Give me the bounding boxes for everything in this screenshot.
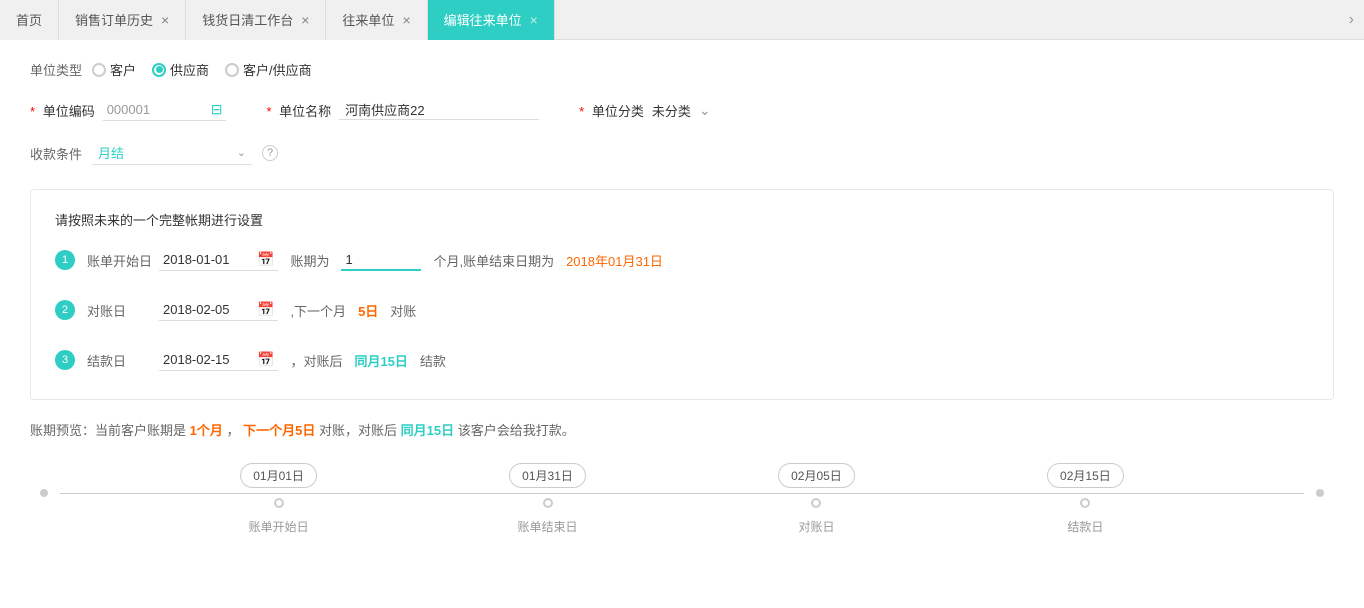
timeline-nodes: 01月01日 账单开始日 01月31日 账单结束日 02月05日 对账日 <box>70 463 1294 535</box>
unit-classify-group: * 单位分类 未分类 ⌄ <box>579 101 812 120</box>
help-icon[interactable]: ? <box>262 145 278 161</box>
unit-name-label: * 单位名称 <box>266 101 331 120</box>
timeline-node-4: 02月15日 结款日 <box>1047 463 1124 535</box>
payment-suffix-1: ，对账后 <box>290 351 342 370</box>
unit-code-input[interactable] <box>107 102 207 117</box>
start-date-calendar-icon[interactable]: 📅 <box>257 251 274 268</box>
node-label-bottom-1: 账单开始日 <box>249 518 309 535</box>
payment-terms-arrow: ⌄ <box>237 146 246 159</box>
main-content: 单位类型 客户 供应商 客户/供应商 * 单位编码 ⊟ <box>0 40 1364 608</box>
tab-partner-units[interactable]: 往来单位 × <box>326 0 427 40</box>
unit-info-row: * 单位编码 ⊟ * 单位名称 * 单位分类 未分类 ⌄ <box>30 99 1334 121</box>
period-value-input[interactable] <box>341 250 421 271</box>
copy-icon[interactable]: ⊟ <box>211 101 223 118</box>
reconcile-suffix-1: ,下一个月 <box>290 301 346 320</box>
payment-suffix-2: 结款 <box>420 351 446 370</box>
period-settings-section: 请按照未来的一个完整帐期进行设置 1 账单开始日 📅 账期为 个月,账单结束日期… <box>30 189 1334 400</box>
period-row-1: 1 账单开始日 📅 账期为 个月,账单结束日期为 2018年01月31日 <box>55 249 1309 271</box>
classify-dropdown-arrow[interactable]: ⌄ <box>699 102 711 119</box>
reconcile-suffix-2: 对账 <box>390 301 416 320</box>
node-dot-2 <box>543 498 553 508</box>
node-dot-1 <box>274 498 284 508</box>
tab-edit-partner-close[interactable]: × <box>530 12 538 28</box>
preview-part3: 同月15日 <box>401 423 454 438</box>
period-row-3: 3 结款日 📅 ，对账后 同月15日 结款 <box>55 349 1309 371</box>
node-label-bottom-3: 对账日 <box>798 518 834 535</box>
start-dot <box>40 489 48 497</box>
tab-cash-work[interactable]: 钱货日清工作台 × <box>186 0 326 40</box>
section-title: 请按照未来的一个完整帐期进行设置 <box>55 210 1309 229</box>
unit-classify-label: * 单位分类 <box>579 101 644 120</box>
node-label-top-1: 01月01日 <box>240 463 317 488</box>
unit-name-input[interactable] <box>339 100 539 120</box>
payment-highlight: 同月15日 <box>354 351 407 370</box>
node-label-top-4: 02月15日 <box>1047 463 1124 488</box>
payment-terms-value: 月结 <box>98 143 233 162</box>
tab-partner-units-close[interactable]: × <box>402 12 410 28</box>
unit-code-group: * 单位编码 ⊟ <box>30 99 226 121</box>
payment-date-input[interactable] <box>163 352 253 367</box>
node-dot-4 <box>1080 498 1090 508</box>
preview-text: 账期预览：当前客户账期是 1个月 ， 下一个月5日 对账，对账后 同月15日 该… <box>30 420 1334 439</box>
tab-scroll-arrow[interactable]: › <box>1339 11 1364 29</box>
node-label-top-3: 02月05日 <box>778 463 855 488</box>
payment-terms-row: 收款条件 月结 ⌄ ? <box>30 141 1334 165</box>
unit-type-row: 单位类型 客户 供应商 客户/供应商 <box>30 60 1334 79</box>
timeline-start <box>40 489 48 497</box>
radio-customer-circle <box>92 63 106 77</box>
payment-terms-label: 收款条件 <box>30 144 82 163</box>
payment-date-calendar-icon[interactable]: 📅 <box>257 351 274 368</box>
radio-both[interactable]: 客户/供应商 <box>225 60 312 79</box>
start-date-input-wrap: 📅 <box>159 249 278 271</box>
unit-classify-select[interactable]: 未分类 ⌄ <box>652 101 812 120</box>
tab-sales-history-close[interactable]: × <box>161 12 169 28</box>
period-unit-text: 个月,账单结束日期为 <box>433 251 554 270</box>
timeline-node-3: 02月05日 对账日 <box>778 463 855 535</box>
radio-both-circle <box>225 63 239 77</box>
timeline-node-2: 01月31日 账单结束日 <box>509 463 586 535</box>
row-number-3: 3 <box>55 350 75 370</box>
payment-date-input-wrap: 📅 <box>159 349 278 371</box>
tab-home[interactable]: 首页 <box>0 0 59 40</box>
start-date-input[interactable] <box>163 252 253 267</box>
reconcile-date-calendar-icon[interactable]: 📅 <box>257 301 274 318</box>
row-number-1: 1 <box>55 250 75 270</box>
node-label-bottom-4: 结款日 <box>1067 518 1103 535</box>
field-label-2: 对账日 <box>87 301 147 320</box>
preview-part2: 下一个月5日 <box>243 423 315 438</box>
end-dot <box>1316 489 1324 497</box>
preview-section: 账期预览：当前客户账期是 1个月 ， 下一个月5日 对账，对账后 同月15日 该… <box>30 420 1334 551</box>
period-label: 账期为 <box>290 251 329 270</box>
timeline-node-1: 01月01日 账单开始日 <box>240 463 317 535</box>
tab-bar: 首页 销售订单历史 × 钱货日清工作台 × 往来单位 × 编辑往来单位 × › <box>0 0 1364 40</box>
tab-sales-history[interactable]: 销售订单历史 × <box>59 0 186 40</box>
reconcile-date-input[interactable] <box>163 302 253 317</box>
reconcile-date-input-wrap: 📅 <box>159 299 278 321</box>
unit-type-radio-group: 客户 供应商 客户/供应商 <box>92 60 312 79</box>
classify-value: 未分类 <box>652 101 691 120</box>
row-number-2: 2 <box>55 300 75 320</box>
node-dot-3 <box>811 498 821 508</box>
payment-terms-select[interactable]: 月结 ⌄ <box>92 141 252 165</box>
reconcile-highlight: 5日 <box>358 301 378 320</box>
unit-code-input-wrap: ⊟ <box>103 99 227 121</box>
node-label-bottom-2: 账单结束日 <box>518 518 578 535</box>
preview-part1: 1个月 <box>190 423 223 438</box>
radio-supplier[interactable]: 供应商 <box>152 60 209 79</box>
radio-customer[interactable]: 客户 <box>92 60 136 79</box>
end-date-highlight: 2018年01月31日 <box>566 251 663 270</box>
radio-supplier-circle <box>152 63 166 77</box>
unit-code-label: * 单位编码 <box>30 101 95 120</box>
field-label-3: 结款日 <box>87 351 147 370</box>
timeline-end <box>1316 489 1324 497</box>
unit-name-group: * 单位名称 <box>266 100 539 120</box>
timeline: 01月01日 账单开始日 01月31日 账单结束日 02月05日 对账日 <box>30 463 1334 535</box>
node-label-top-2: 01月31日 <box>509 463 586 488</box>
unit-type-label: 单位类型 <box>30 60 82 79</box>
period-row-2: 2 对账日 📅 ,下一个月 5日 对账 <box>55 299 1309 321</box>
tab-cash-work-close[interactable]: × <box>301 12 309 28</box>
field-label-1: 账单开始日 <box>87 251 147 270</box>
tab-edit-partner[interactable]: 编辑往来单位 × <box>428 0 555 40</box>
